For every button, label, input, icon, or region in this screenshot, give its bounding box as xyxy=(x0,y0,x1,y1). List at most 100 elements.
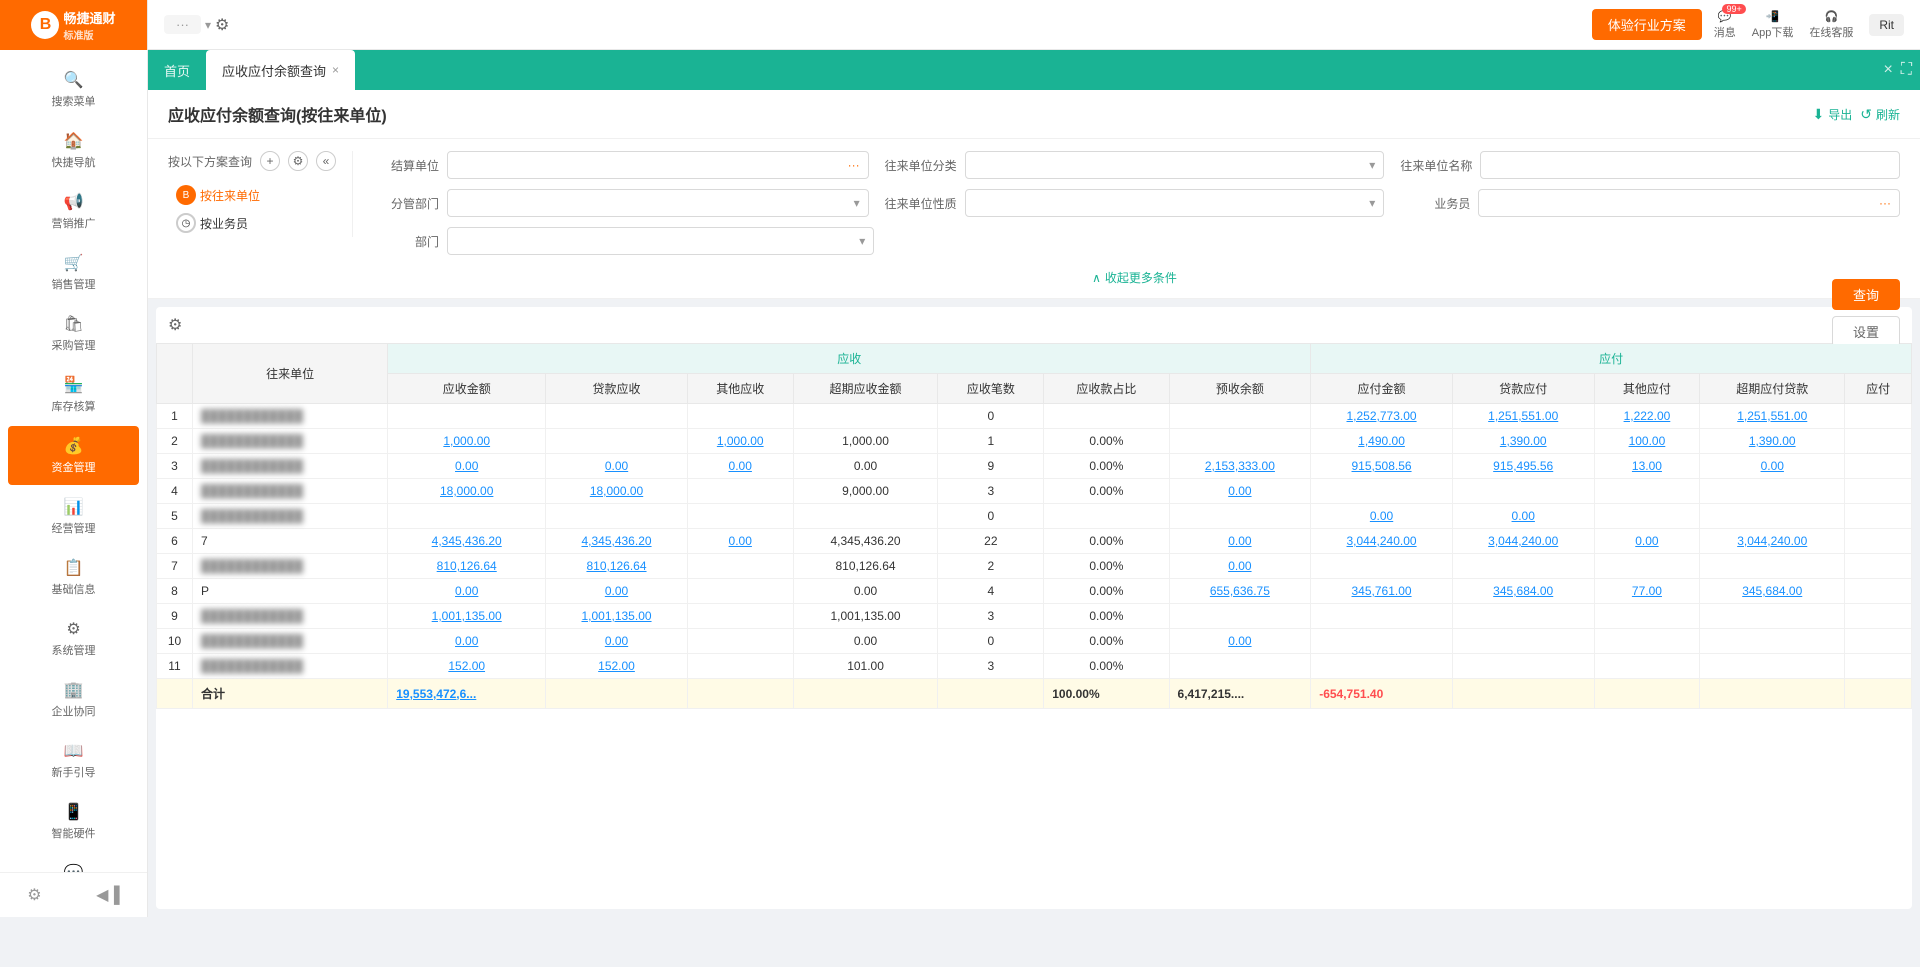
cell-link[interactable]: 0.00 xyxy=(605,634,628,648)
cell-link[interactable]: 152.00 xyxy=(598,659,635,673)
nature-input[interactable]: ▾ xyxy=(965,189,1385,217)
cell-link[interactable]: 0.00 xyxy=(729,534,752,548)
branch-input[interactable]: ▾ xyxy=(447,227,874,255)
cell-link[interactable]: 0.00 xyxy=(605,459,628,473)
tab-expand-icon[interactable]: ⛶ xyxy=(1901,61,1912,79)
category-arrow: ▾ xyxy=(1369,158,1375,172)
table-container[interactable]: 往来单位 应收 应付 应收金额 贷款应收 其他应收 超期应收金额 应收笔数 应收… xyxy=(156,343,1912,909)
tab-receivable-query[interactable]: 应收应付余额查询 × xyxy=(206,50,355,90)
settings-button[interactable]: ⚙ xyxy=(27,885,41,905)
query-button[interactable]: 查询 xyxy=(1832,279,1900,310)
table-toolbar: ⚙ xyxy=(156,307,1912,343)
partner-name-blurred: ████████████ xyxy=(201,634,303,648)
cell-link[interactable]: 915,495.56 xyxy=(1493,459,1553,473)
collapse-sidebar-button[interactable]: ◀▐ xyxy=(96,885,120,905)
cell-link[interactable]: 152.00 xyxy=(448,659,485,673)
cell-link[interactable]: 100.00 xyxy=(1629,434,1666,448)
sidebar-item-quicknav[interactable]: 🏠 快捷导航 xyxy=(8,121,139,180)
cell-link[interactable]: 1,001,135.00 xyxy=(581,609,651,623)
cell-link[interactable]: 655,636.75 xyxy=(1210,584,1270,598)
search-panel-top: 按以下方案查询 + ⚙ « xyxy=(168,151,336,171)
cell-link[interactable]: 3,044,240.00 xyxy=(1737,534,1807,548)
page-title: 应收应付余额查询(按往来单位) xyxy=(168,102,387,126)
cell-link[interactable]: 810,126.64 xyxy=(586,559,646,573)
footer-ap-total: -654,751.40 xyxy=(1311,679,1453,709)
sidebar-item-marketing[interactable]: 📢 营销推广 xyxy=(8,182,139,241)
cell-link[interactable]: 0.00 xyxy=(455,459,478,473)
cell-link[interactable]: 2,153,333.00 xyxy=(1205,459,1275,473)
sidebar-item-base[interactable]: 📋 基础信息 xyxy=(8,548,139,607)
table-config-button[interactable]: ⚙ xyxy=(168,315,182,335)
user-menu[interactable]: Rit xyxy=(1869,14,1904,36)
tab-close-icon[interactable]: × xyxy=(332,63,339,77)
unitname-input[interactable] xyxy=(1480,151,1900,179)
sidebar-item-inventory[interactable]: 🏪 库存核算 xyxy=(8,365,139,424)
cell-link[interactable]: 1,390.00 xyxy=(1500,434,1547,448)
cell-link[interactable]: 3,044,240.00 xyxy=(1347,534,1417,548)
cell-link[interactable]: 810,126.64 xyxy=(437,559,497,573)
cell-link[interactable]: 0.00 xyxy=(1370,509,1393,523)
cell-link[interactable]: 18,000.00 xyxy=(590,484,643,498)
cell-link[interactable]: 1,251,551.00 xyxy=(1488,409,1558,423)
category-input[interactable]: ▾ xyxy=(965,151,1385,179)
cell-link[interactable]: 0.00 xyxy=(605,584,628,598)
cell-link[interactable]: 0.00 xyxy=(1228,559,1251,573)
search-option-by-staff[interactable]: ◷ 按业务员 xyxy=(168,209,336,237)
tab-close-window[interactable]: × xyxy=(1883,61,1892,79)
search-add-button[interactable]: + xyxy=(260,151,280,171)
cell-link[interactable]: 1,000.00 xyxy=(443,434,490,448)
cell-link[interactable]: 1,251,551.00 xyxy=(1737,409,1807,423)
cta-button[interactable]: 体验行业方案 xyxy=(1592,9,1702,40)
search-option-by-unit[interactable]: B 按往来单位 xyxy=(168,181,336,209)
cell-link[interactable]: 1,390.00 xyxy=(1749,434,1796,448)
collapse-more-button[interactable]: ∧ 收起更多条件 xyxy=(369,265,1900,290)
cell-link[interactable]: 0.00 xyxy=(1761,459,1784,473)
cell-link[interactable]: 345,684.00 xyxy=(1493,584,1553,598)
sidebar-item-ops[interactable]: 📊 经营管理 xyxy=(8,487,139,546)
cell-link[interactable]: 18,000.00 xyxy=(440,484,493,498)
cell-link[interactable]: 1,001,135.00 xyxy=(432,609,502,623)
sidebar-item-search[interactable]: 🔍 搜索菜单 xyxy=(8,60,139,119)
sidebar-item-guide[interactable]: 📖 新手引导 xyxy=(8,731,139,790)
cell-link[interactable]: 0.00 xyxy=(1228,534,1251,548)
sidebar-item-finance[interactable]: 💰 资金管理 xyxy=(8,426,139,485)
cell-link[interactable]: 1,222.00 xyxy=(1624,409,1671,423)
cell-link[interactable]: 0.00 xyxy=(729,459,752,473)
cell-link[interactable]: 0.00 xyxy=(1635,534,1658,548)
cell-link[interactable]: 77.00 xyxy=(1632,584,1662,598)
refresh-button[interactable]: ↺ 刷新 xyxy=(1860,106,1900,123)
cell-link[interactable]: 0.00 xyxy=(1228,634,1251,648)
sidebar-item-system[interactable]: ⚙ 系统管理 xyxy=(8,609,139,668)
unit-input[interactable]: ··· xyxy=(447,151,869,179)
sidebar-item-wechat[interactable]: 💬 企业微信 xyxy=(8,853,139,872)
cell-link[interactable]: 0.00 xyxy=(1512,509,1535,523)
search-config-button[interactable]: ⚙ xyxy=(288,151,308,171)
cell-link[interactable]: 345,684.00 xyxy=(1742,584,1802,598)
sidebar-item-purchase[interactable]: 🛍 采购管理 xyxy=(8,304,139,363)
staff-input[interactable]: ··· xyxy=(1478,189,1900,217)
dept-input[interactable]: ▾ xyxy=(447,189,869,217)
set-button[interactable]: 设置 xyxy=(1832,316,1900,347)
sidebar-item-corp[interactable]: 🏢 企业协同 xyxy=(8,670,139,729)
cell-link[interactable]: 345,761.00 xyxy=(1352,584,1412,598)
cell-link[interactable]: 1,000.00 xyxy=(717,434,764,448)
cell-link[interactable]: 0.00 xyxy=(1228,484,1251,498)
cell-link[interactable]: 3,044,240.00 xyxy=(1488,534,1558,548)
header-gear-icon[interactable]: ⚙ xyxy=(215,15,229,35)
cell-link[interactable]: 1,252,773.00 xyxy=(1347,409,1417,423)
cell-link[interactable]: 1,490.00 xyxy=(1358,434,1405,448)
cell-link[interactable]: 0.00 xyxy=(455,584,478,598)
app-download-button[interactable]: 📲 App下载 xyxy=(1752,10,1794,40)
cell-link[interactable]: 915,508.56 xyxy=(1352,459,1412,473)
export-button[interactable]: ⬇ 导出 xyxy=(1813,106,1853,123)
search-collapse-button[interactable]: « xyxy=(316,151,336,171)
sidebar-item-hardware[interactable]: 📱 智能硬件 xyxy=(8,792,139,851)
messages-button[interactable]: 💬 消息 99+ xyxy=(1714,10,1736,40)
cell-link[interactable]: 13.00 xyxy=(1632,459,1662,473)
sidebar-item-sales[interactable]: 🛒 销售管理 xyxy=(8,243,139,302)
service-button[interactable]: 🎧 在线客服 xyxy=(1809,10,1853,40)
cell-link[interactable]: 4,345,436.20 xyxy=(581,534,651,548)
cell-link[interactable]: 4,345,436.20 xyxy=(432,534,502,548)
tab-home[interactable]: 首页 xyxy=(148,50,206,90)
cell-link[interactable]: 0.00 xyxy=(455,634,478,648)
